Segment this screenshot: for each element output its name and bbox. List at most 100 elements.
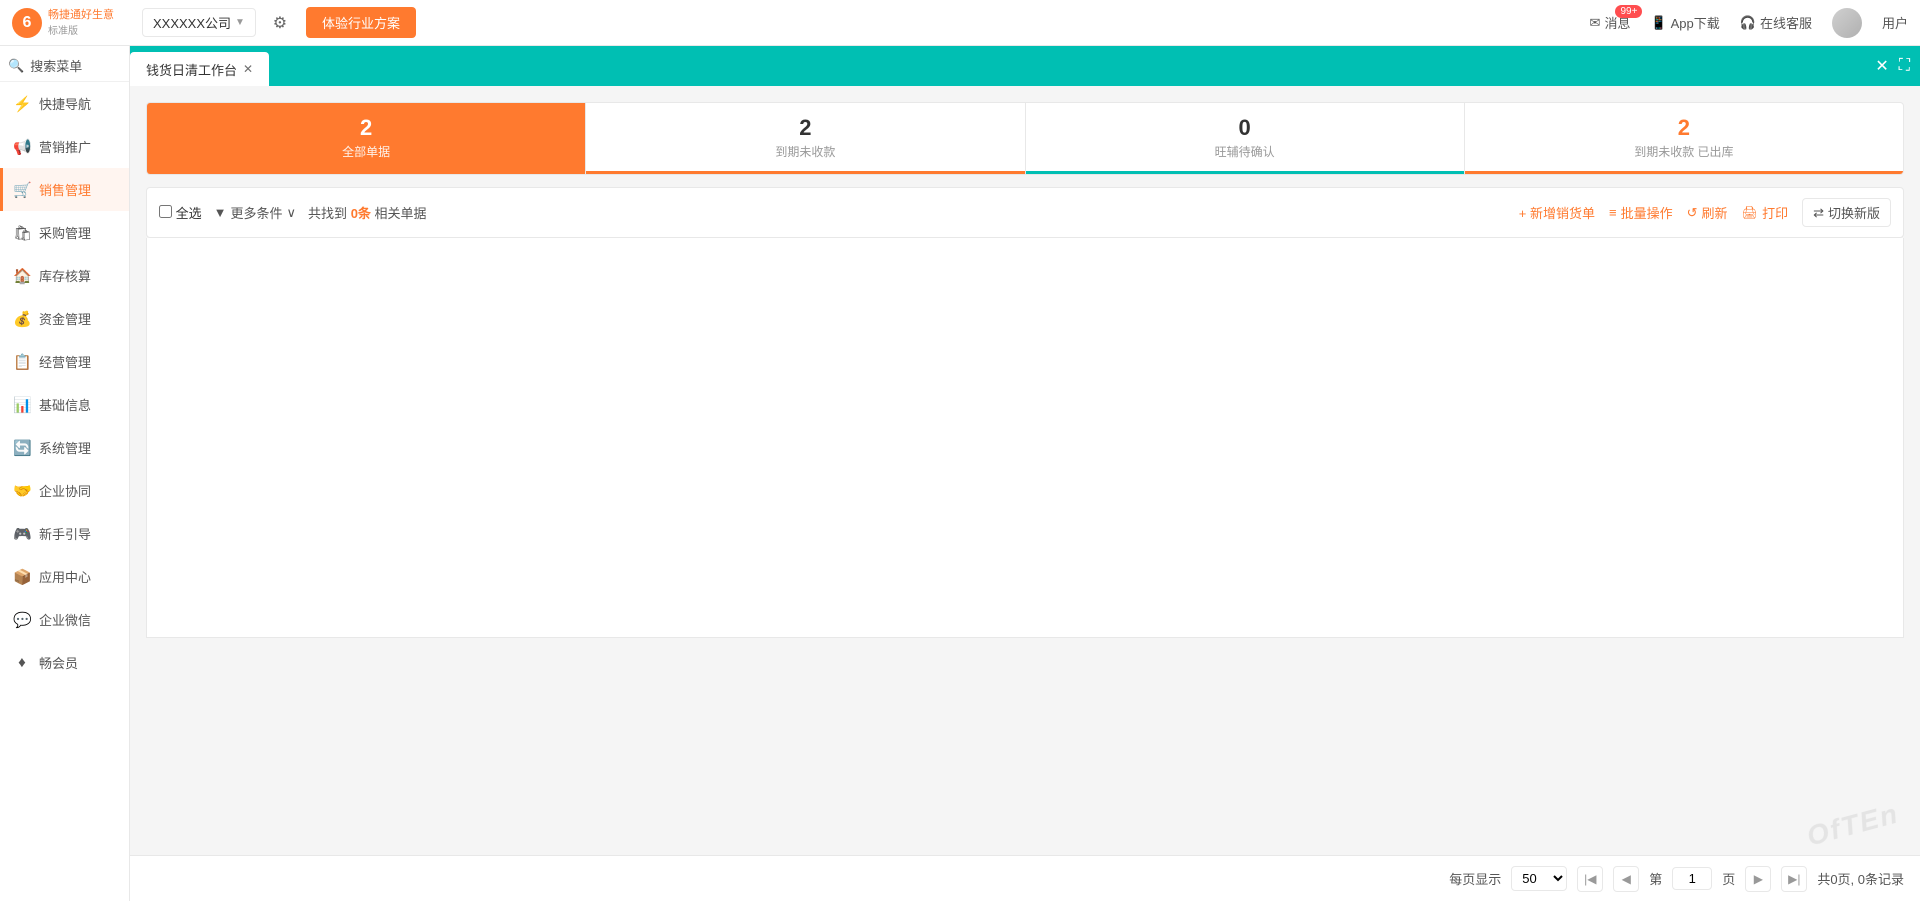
stat-cards: 2 全部单据 2 到期未收款 0 旺辅待确认 2 到期未收款 已出库 (146, 102, 1904, 175)
card-indicator (1026, 171, 1464, 174)
download-icon: 📱 (1650, 15, 1666, 31)
company-name: XXXXXX公司 (153, 13, 231, 32)
prev-page-button[interactable]: ◀ (1613, 866, 1639, 892)
sidebar-item-basic-info[interactable]: 📊 基础信息 (0, 383, 129, 426)
company-selector[interactable]: XXXXXX公司 ▼ (142, 8, 256, 37)
sidebar-label: 资金管理 (39, 309, 91, 328)
refresh-label: 刷新 (1702, 203, 1728, 222)
sidebar-label: 经营管理 (39, 352, 91, 371)
batch-op-button[interactable]: ≡ 批量操作 (1609, 203, 1673, 222)
sidebar-item-quick-nav[interactable]: ⚡ 快捷导航 (0, 82, 129, 125)
user-name[interactable]: 用户 (1882, 13, 1908, 32)
batch-op-label: 批量操作 (1621, 203, 1673, 222)
guide-icon: 🎮 (13, 525, 31, 543)
select-all-checkbox[interactable]: 全选 (159, 203, 202, 222)
sidebar-label: 基础信息 (39, 395, 91, 414)
online-service-button[interactable]: 🎧 在线客服 (1740, 13, 1812, 32)
new-sale-button[interactable]: + 新增销货单 (1519, 203, 1595, 222)
stat-card-wangdian-pending[interactable]: 0 旺辅待确认 (1026, 103, 1465, 174)
page-number-input[interactable] (1672, 867, 1712, 890)
stat-label: 到期未收款 (606, 143, 1004, 160)
sidebar-item-member[interactable]: ♦ 畅会员 (0, 641, 129, 684)
operations-icon: 📋 (13, 353, 31, 371)
logo-area: 6 畅捷通好生意 标准版 (12, 8, 142, 38)
finance-icon: 💰 (13, 310, 31, 328)
sidebar-label: 营销推广 (39, 137, 91, 156)
table-area (146, 238, 1904, 638)
print-button[interactable]: 🖨 打印 (1742, 203, 1789, 222)
sidebar-item-enterprise-wechat[interactable]: 💬 企业微信 (0, 598, 129, 641)
next-page-button[interactable]: ▶ (1745, 866, 1771, 892)
stat-card-all[interactable]: 2 全部单据 (147, 103, 586, 174)
filter-button[interactable]: ▼ 更多条件 ∨ (214, 203, 296, 222)
print-label: 打印 (1762, 203, 1788, 222)
sidebar-item-finance[interactable]: 💰 资金管理 (0, 297, 129, 340)
gear-icon: ⚙ (273, 13, 287, 33)
select-all-label: 全选 (176, 206, 202, 221)
sidebar-label: 采购管理 (39, 223, 91, 242)
avatar[interactable] (1832, 8, 1862, 38)
member-icon: ♦ (13, 654, 31, 671)
first-page-button[interactable]: |◀ (1577, 866, 1603, 892)
search-menu-button[interactable]: 🔍 搜索菜单 (0, 46, 129, 82)
app-download-button[interactable]: 📱 App下载 (1650, 13, 1719, 32)
expand-icon[interactable]: ⛶ (1899, 57, 1910, 75)
sidebar-item-system[interactable]: 🔄 系统管理 (0, 426, 129, 469)
per-page-label: 每页显示 (1449, 869, 1501, 888)
sidebar-item-purchase[interactable]: 🛍 采购管理 (0, 211, 129, 254)
sidebar-label: 新手引导 (39, 524, 91, 543)
stat-label: 旺辅待确认 (1046, 143, 1444, 160)
sidebar-label: 销售管理 (39, 180, 91, 199)
stat-num: 2 (606, 117, 1004, 139)
card-indicator (586, 171, 1024, 174)
trial-button[interactable]: 体验行业方案 (306, 7, 416, 38)
filter-label: 更多条件 (231, 203, 283, 222)
sidebar-label: 快捷导航 (39, 94, 91, 113)
switch-label: 切换新版 (1828, 203, 1880, 222)
sidebar-item-sales[interactable]: 🛒 销售管理 (0, 168, 129, 211)
basic-info-icon: 📊 (13, 396, 31, 414)
sidebar-label: 库存核算 (39, 266, 91, 285)
tab-close-icon[interactable]: ✕ (243, 62, 253, 76)
stat-card-overdue-not-shipped[interactable]: 2 到期未收款 已出库 (1465, 103, 1903, 174)
found-count: 0条 (351, 206, 371, 221)
online-service-label: 在线客服 (1760, 13, 1812, 32)
switch-icon: ⇄ (1813, 205, 1824, 221)
batch-icon: ≡ (1609, 205, 1617, 220)
system-icon: 🔄 (13, 439, 31, 457)
page-size-select[interactable]: 102050100 (1511, 866, 1567, 891)
message-button[interactable]: ✉ 消息 99+ (1590, 13, 1631, 32)
purchase-icon: 🛍 (13, 224, 31, 242)
refresh-icon: ↺ (1687, 205, 1698, 221)
stat-label: 全部单据 (167, 143, 565, 160)
sidebar-item-inventory[interactable]: 🏠 库存核算 (0, 254, 129, 297)
sidebar-item-app-center[interactable]: 📦 应用中心 (0, 555, 129, 598)
found-text: 共找到 0条 相关单据 (308, 203, 427, 222)
cooperation-icon: 🤝 (13, 482, 31, 500)
switch-version-button[interactable]: ⇄ 切换新版 (1802, 198, 1891, 227)
content-body: 2 全部单据 2 到期未收款 0 旺辅待确认 2 到期未收款 已出库 全选 ▼ (130, 86, 1920, 901)
pagination-bar: 每页显示 102050100 |◀ ◀ 第 页 ▶ ▶| 共0页, 0条记录 (130, 855, 1920, 901)
search-menu-label: 搜索菜单 (30, 56, 82, 75)
tab-bar: 首页钱货日清工作台✕ ✕ ⛶ (130, 46, 1920, 86)
sidebar-label: 企业协同 (39, 481, 91, 500)
refresh-button[interactable]: ↺ 刷新 (1687, 203, 1728, 222)
sidebar-item-cooperation[interactable]: 🤝 企业协同 (0, 469, 129, 512)
sidebar-item-guide[interactable]: 🎮 新手引导 (0, 512, 129, 555)
total-label: 共0页, 0条记录 (1817, 869, 1904, 888)
last-page-button[interactable]: ▶| (1781, 866, 1807, 892)
chevron-down-icon: ▼ (235, 17, 245, 28)
sales-icon: 🛒 (13, 181, 31, 199)
chevron-icon: ∨ (287, 205, 297, 221)
stat-card-overdue-unpaid[interactable]: 2 到期未收款 (586, 103, 1025, 174)
minimize-icon[interactable]: ✕ (1875, 56, 1888, 76)
stat-num: 0 (1046, 117, 1444, 139)
enterprise-wechat-icon: 💬 (13, 611, 31, 629)
app-center-icon: 📦 (13, 568, 31, 586)
settings-button[interactable]: ⚙ (264, 7, 296, 39)
sidebar-item-operations[interactable]: 📋 经营管理 (0, 340, 129, 383)
sidebar-item-marketing[interactable]: 📢 营销推广 (0, 125, 129, 168)
page-label: 第 (1649, 869, 1662, 888)
tab-1[interactable]: 钱货日清工作台✕ (130, 52, 269, 86)
search-icon: 🔍 (8, 58, 24, 74)
